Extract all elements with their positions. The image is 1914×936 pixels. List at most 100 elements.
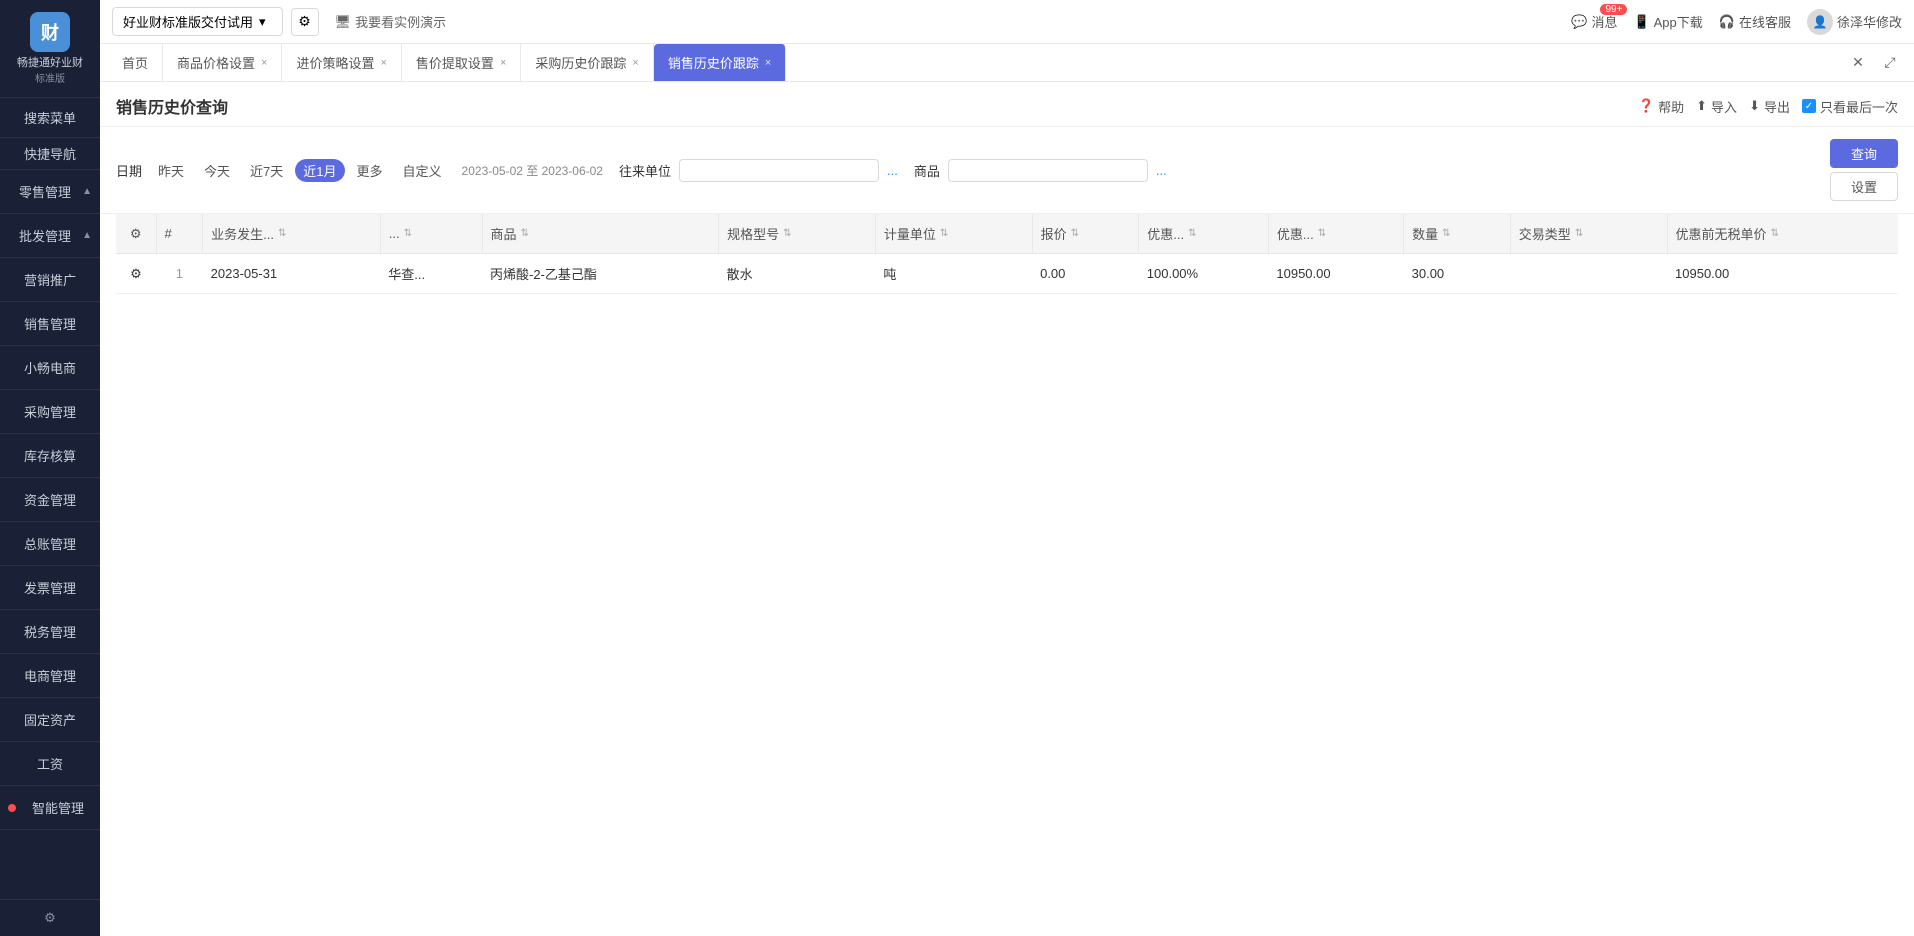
th-date[interactable]: 业务发生... ⇅	[203, 214, 381, 254]
sidebar-item-retail[interactable]: 零售管理 ▲	[0, 170, 100, 214]
date-last7-btn[interactable]: 近7天	[242, 159, 291, 182]
th-gear[interactable]: ⚙	[116, 214, 156, 254]
help-label: 帮助	[1658, 97, 1684, 116]
topbar-left: 好业财标准版交付试用 ▾ ⚙ 🖥 我要看实例演示	[112, 7, 446, 36]
page-actions: ❓ 帮助 ⬆ 导入 ⬇ 导出 ✓ 只看最后一次	[1638, 97, 1898, 116]
date-options: 昨天 今天 近7天 近1月 更多 自定义	[150, 159, 450, 182]
source-unit-filter-group: 往来单位 ...	[619, 159, 898, 182]
row-trans-type	[1510, 254, 1667, 294]
app-download-btn[interactable]: 📱 App下载	[1633, 12, 1702, 31]
tab-sale-extract[interactable]: 售价提取设置 ×	[402, 44, 521, 82]
date-yesterday-btn[interactable]: 昨天	[150, 159, 192, 182]
sidebar-item-tax[interactable]: 税务管理	[0, 610, 100, 654]
tab-sale-history[interactable]: 销售历史价跟踪 ×	[654, 44, 786, 82]
version-selector[interactable]: 好业财标准版交付试用 ▾	[112, 7, 283, 36]
product-input[interactable]	[957, 163, 1139, 178]
export-label: 导出	[1764, 97, 1790, 116]
source-unit-label: 往来单位	[619, 161, 671, 180]
tab-purchase-history[interactable]: 采购历史价跟踪 ×	[521, 44, 653, 82]
tab-sale-history-close[interactable]: ×	[765, 57, 771, 69]
export-btn[interactable]: ⬇ 导出	[1749, 97, 1790, 116]
sidebar-item-account[interactable]: 总账管理	[0, 522, 100, 566]
product-more-btn[interactable]: ...	[1156, 163, 1167, 178]
tab-purchase-strategy-label: 进价策略设置	[296, 53, 374, 72]
row-product: 丙烯酸-2-乙基己酯	[482, 254, 719, 294]
main-area: 好业财标准版交付试用 ▾ ⚙ 🖥 我要看实例演示 💬 消息 99+ 📱 App下…	[100, 0, 1914, 936]
row-gear[interactable]: ⚙	[116, 254, 156, 294]
table-row[interactable]: ⚙ 1 2023-05-31 华查... 丙烯酸-2-乙基己酯 散水 吨 0.0…	[116, 254, 1898, 294]
sidebar-item-sales[interactable]: 销售管理	[0, 302, 100, 346]
tab-sale-history-label: 销售历史价跟踪	[668, 53, 759, 72]
tab-sale-extract-close[interactable]: ×	[500, 57, 506, 69]
import-label: 导入	[1711, 97, 1737, 116]
th-pretax-price[interactable]: 优惠前无税单价 ⇅	[1667, 214, 1898, 254]
th-product[interactable]: 商品 ⇅	[482, 214, 719, 254]
page-header: 销售历史价查询 ❓ 帮助 ⬆ 导入 ⬇ 导出 ✓ 只看最后一次	[100, 82, 1914, 127]
tab-maximize-btn[interactable]: ⤢	[1878, 51, 1902, 75]
source-unit-more-btn[interactable]: ...	[887, 163, 898, 178]
date-more-btn[interactable]: 更多	[349, 159, 391, 182]
sidebar-search[interactable]: 搜索菜单	[0, 98, 100, 138]
date-today-btn[interactable]: 今天	[196, 159, 238, 182]
th-quantity[interactable]: 数量 ⇅	[1404, 214, 1511, 254]
sort-date-icon: ⇅	[278, 228, 286, 239]
th-price[interactable]: 报价 ⇅	[1032, 214, 1139, 254]
tab-price[interactable]: 商品价格设置 ×	[163, 44, 282, 82]
tab-purchase-history-close[interactable]: ×	[632, 57, 638, 69]
th-spec[interactable]: 规格型号 ⇅	[719, 214, 876, 254]
only-last-checkbox[interactable]: ✓ 只看最后一次	[1802, 97, 1898, 116]
data-table: ⚙ # 业务发生... ⇅ ... ⇅	[116, 214, 1898, 294]
tab-home[interactable]: 首页	[108, 44, 163, 82]
th-discount2[interactable]: 优惠... ⇅	[1268, 214, 1403, 254]
sidebar-item-ec[interactable]: 电商管理	[0, 654, 100, 698]
mobile-icon: 📱	[1633, 14, 1649, 30]
version-label: 好业财标准版交付试用	[123, 12, 253, 31]
sidebar-item-wholesale[interactable]: 批发管理 ▲	[0, 214, 100, 258]
sort-pretax-icon: ⇅	[1771, 228, 1779, 239]
tab-purchase-strategy-close[interactable]: ×	[380, 57, 386, 69]
sidebar-item-finance[interactable]: 资金管理	[0, 478, 100, 522]
query-btn[interactable]: 查询	[1830, 139, 1898, 168]
import-btn[interactable]: ⬆ 导入	[1696, 97, 1737, 116]
sidebar-item-invoice[interactable]: 发票管理	[0, 566, 100, 610]
sidebar-logo: 财 畅捷通好业财 标准版	[0, 0, 100, 98]
demo-btn[interactable]: 🖥 我要看实例演示	[335, 12, 447, 31]
date-label: 日期	[116, 161, 142, 180]
user-menu[interactable]: 👤 徐泽华修改	[1807, 9, 1902, 35]
th-trans-type[interactable]: 交易类型 ⇅	[1510, 214, 1667, 254]
smart-dot	[8, 804, 16, 812]
sidebar-item-salary[interactable]: 工资	[0, 742, 100, 786]
settings-btn[interactable]: 设置	[1830, 172, 1898, 201]
export-icon: ⬇	[1749, 98, 1760, 114]
topbar-settings-btn[interactable]: ⚙	[291, 8, 319, 36]
tab-purchase-strategy[interactable]: 进价策略设置 ×	[282, 44, 401, 82]
sidebar-item-smart[interactable]: 智能管理	[0, 786, 100, 830]
tab-close-all-btn[interactable]: ✕	[1846, 51, 1870, 75]
import-icon: ⬆	[1696, 98, 1707, 114]
source-unit-input[interactable]	[688, 163, 870, 178]
row-unit: 吨	[875, 254, 1032, 294]
user-name: 徐泽华修改	[1837, 12, 1902, 31]
help-btn[interactable]: ❓ 帮助	[1638, 97, 1684, 116]
sidebar-quick-nav[interactable]: 快捷导航	[0, 138, 100, 170]
sort-quantity-icon: ⇅	[1442, 228, 1450, 239]
message-btn[interactable]: 💬 消息 99+	[1571, 12, 1617, 31]
sort-price-icon: ⇅	[1071, 228, 1079, 239]
sidebar-item-inventory[interactable]: 库存核算	[0, 434, 100, 478]
th-discount1[interactable]: 优惠... ⇅	[1139, 214, 1269, 254]
sidebar-item-fixed[interactable]: 固定资产	[0, 698, 100, 742]
sidebar-item-ecommerce[interactable]: 小畅电商	[0, 346, 100, 390]
date-custom-btn[interactable]: 自定义	[395, 159, 450, 182]
sidebar-settings[interactable]: ⚙	[0, 899, 100, 936]
app-logo-text: 畅捷通好业财	[17, 56, 83, 70]
th-more[interactable]: ... ⇅	[380, 214, 482, 254]
app-logo-icon: 财	[30, 12, 70, 52]
action-btns: 查询 设置	[1830, 139, 1898, 201]
date-last1m-btn[interactable]: 近1月	[295, 159, 344, 182]
sidebar-item-marketing[interactable]: 营销推广	[0, 258, 100, 302]
online-service-btn[interactable]: 🎧 在线客服	[1719, 12, 1791, 31]
th-unit[interactable]: 计量单位 ⇅	[875, 214, 1032, 254]
source-unit-input-wrap	[679, 159, 879, 182]
tab-price-close[interactable]: ×	[261, 57, 267, 69]
sidebar-item-purchase[interactable]: 采购管理	[0, 390, 100, 434]
